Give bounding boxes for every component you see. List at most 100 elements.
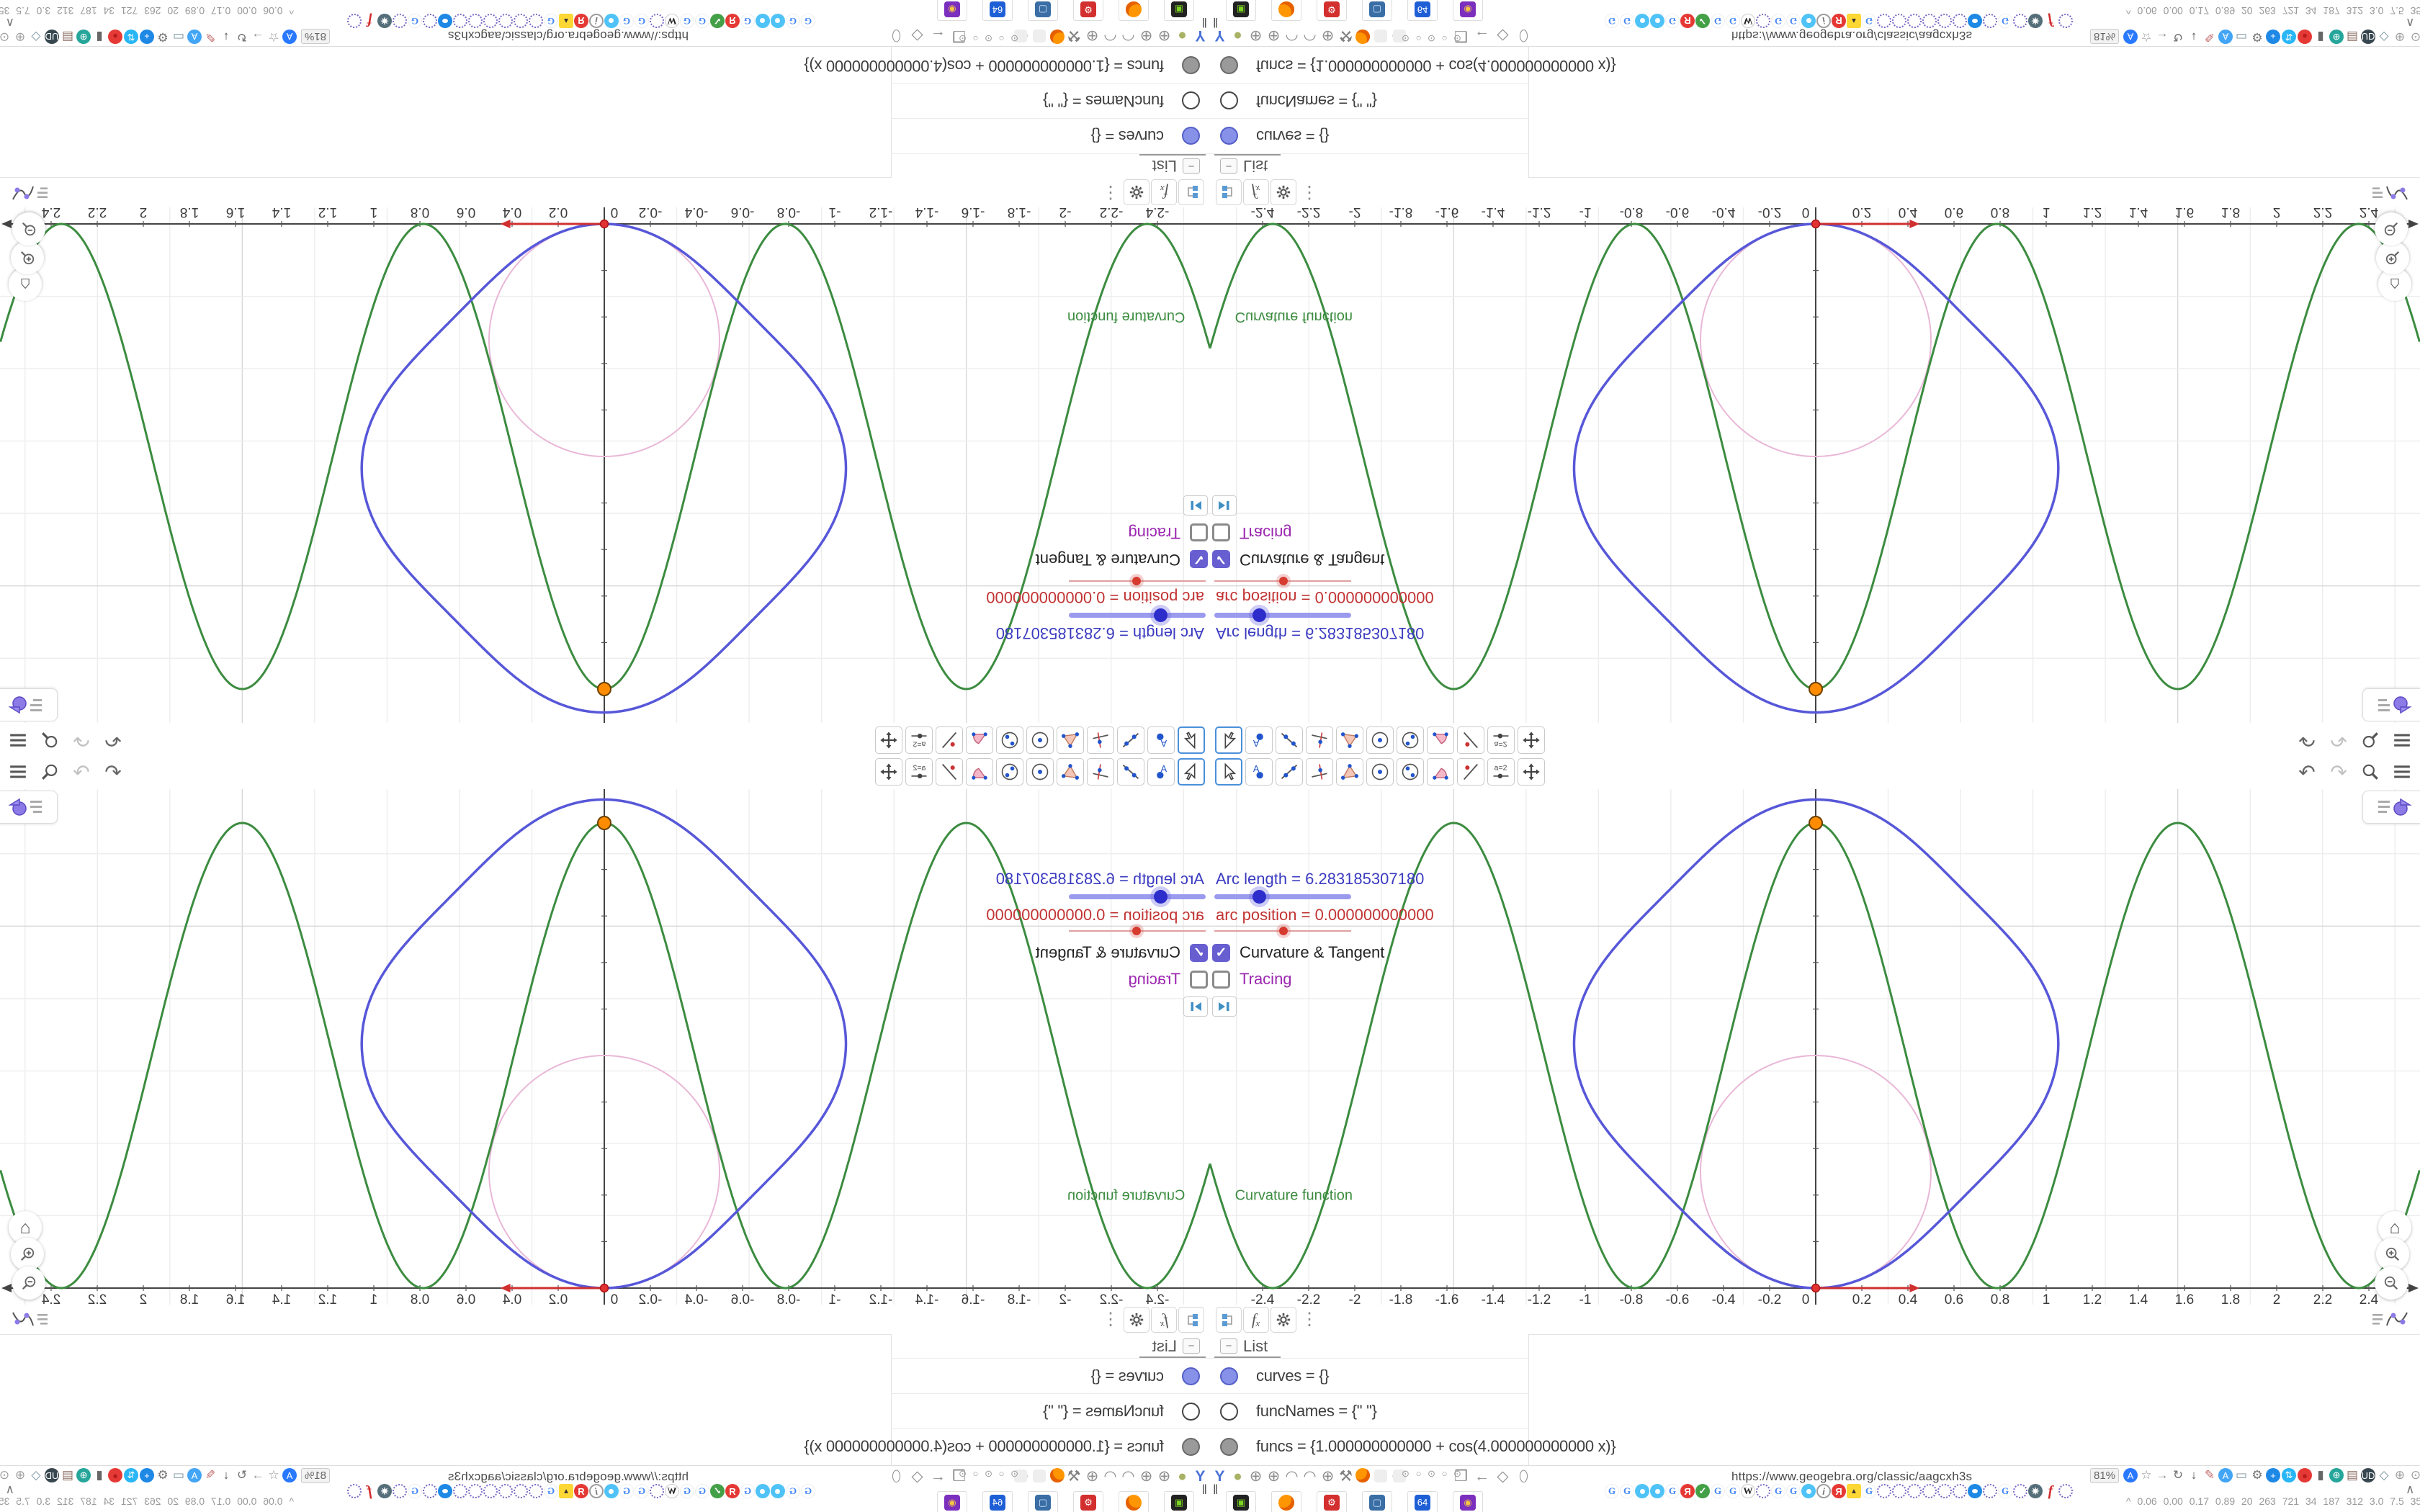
thumb-icon[interactable]: ⊙ bbox=[2408, 1468, 2420, 1482]
panel-overflow-menu[interactable]: ⋮ bbox=[1301, 182, 1318, 203]
tool-angle-button[interactable] bbox=[966, 726, 993, 754]
graphics-view[interactable]: -2.4 -2.2 -2 -1.8 -1.6 -1.4 -1.2 -1 -0.8 -0.6 -0.4… bbox=[1210, 207, 2420, 723]
firefox-icon[interactable] bbox=[1050, 1468, 1065, 1482]
tool-circle-button[interactable] bbox=[1026, 758, 1054, 786]
trash-icon[interactable]: ▮ bbox=[92, 1468, 107, 1482]
graphics-view[interactable]: -2.4 -2.2 -2 -1.8 -1.6 -1.4 -1.2 -1 -0.8 -0.6 -0.4… bbox=[1210, 789, 2420, 1305]
tool-line-button[interactable] bbox=[1276, 726, 1303, 754]
arc-length-slider[interactable] bbox=[1069, 890, 1206, 904]
visibility-toggle[interactable] bbox=[1182, 127, 1200, 145]
visibility-toggle[interactable] bbox=[1182, 56, 1200, 74]
globe-icon[interactable]: ⊕ bbox=[2393, 30, 2407, 44]
menu-button[interactable] bbox=[5, 759, 31, 785]
browser-right-icons[interactable]: A☆→↻↓✎A▭⚙+⇅●▮⊕▤UD◇⊕⊙⚒⚙● bbox=[0, 1468, 297, 1482]
tool-circle-button[interactable] bbox=[1366, 726, 1394, 754]
star-icon[interactable]: ☆ bbox=[266, 30, 281, 44]
skip-animation-button[interactable] bbox=[1183, 996, 1208, 1017]
shield-icon[interactable]: ◇ bbox=[2377, 30, 2391, 44]
capsule-icon[interactable]: ▭ bbox=[171, 30, 186, 44]
ud-shield-icon[interactable]: UD bbox=[2361, 1468, 2375, 1482]
graphics-tab-card[interactable] bbox=[6, 180, 53, 204]
gear-icon[interactable]: ⚙ bbox=[2250, 30, 2264, 44]
redo-button[interactable]: ↷ bbox=[68, 759, 94, 785]
globe-icon[interactable]: ⊕ bbox=[1138, 27, 1155, 44]
plus-icon[interactable]: + bbox=[140, 1468, 154, 1482]
arc-position-slider-thumb[interactable] bbox=[1132, 927, 1142, 935]
panel-overflow-menu[interactable]: ⋮ bbox=[1102, 182, 1119, 203]
pen-icon[interactable]: ✎ bbox=[2202, 1468, 2217, 1482]
sync-icon[interactable]: ⇅ bbox=[124, 30, 138, 44]
translate-icon[interactable]: A bbox=[2123, 1468, 2138, 1482]
thumb-icon[interactable]: ⊙ bbox=[0, 30, 12, 44]
undo-button[interactable]: ↶ bbox=[2294, 759, 2320, 785]
reload-icon[interactable]: ↻ bbox=[2171, 1468, 2185, 1482]
plus-icon[interactable]: + bbox=[2266, 1468, 2280, 1482]
panel-overflow-menu[interactable]: ⋮ bbox=[1301, 1309, 1318, 1330]
clipboard-icon[interactable]: ▤ bbox=[2345, 30, 2360, 44]
download-icon[interactable]: ↓ bbox=[219, 1468, 233, 1482]
browser-right-icons[interactable]: A☆→↻↓✎A▭⚙+⇅●▮⊕▤UD◇⊕⊙⚒⚙● bbox=[0, 30, 297, 44]
zoom-out-button[interactable] bbox=[2375, 1266, 2408, 1300]
browser-right-icons[interactable]: A☆→↻↓✎A▭⚙+⇅●▮⊕▤UD◇⊕⊙⚒⚙● bbox=[2123, 1468, 2420, 1482]
visibility-toggle[interactable] bbox=[1220, 1438, 1238, 1456]
gear-icon[interactable]: ⚙ bbox=[156, 1468, 170, 1482]
globe-icon[interactable]: ⊕ bbox=[1247, 27, 1264, 44]
arc-position-slider[interactable] bbox=[1214, 577, 1351, 585]
algebra-row-funcs[interactable]: funcs = {1.000000000000 + cos(4.00000000… bbox=[1210, 48, 1615, 84]
algebra-row-funcs[interactable]: funcs = {1.000000000000 + cos(4.00000000… bbox=[1210, 1428, 1616, 1464]
sort-by-type-button[interactable] bbox=[1178, 1307, 1204, 1333]
taskbar-owl-icon[interactable]: ◉ bbox=[937, 1491, 967, 1512]
sort-by-type-button[interactable] bbox=[1216, 179, 1242, 205]
tool-point-button[interactable]: A bbox=[1245, 726, 1273, 754]
arc-position-slider[interactable] bbox=[1214, 927, 1351, 935]
visibility-toggle[interactable] bbox=[1220, 127, 1238, 145]
tool-tangent-line-button[interactable] bbox=[1457, 726, 1484, 754]
redo-button[interactable]: ↷ bbox=[2326, 759, 2352, 785]
visibility-toggle[interactable] bbox=[1220, 56, 1238, 74]
tool-move-view-button[interactable] bbox=[1518, 726, 1545, 754]
gear-icon[interactable]: ⚙ bbox=[156, 30, 170, 44]
tool-move-cursor-button[interactable] bbox=[1215, 758, 1242, 786]
capsule-icon[interactable]: ▭ bbox=[171, 1468, 186, 1482]
download-icon[interactable]: ↓ bbox=[2187, 30, 2201, 44]
globe-icon[interactable]: ⊕ bbox=[1084, 27, 1101, 44]
balloon-icon[interactable]: Y bbox=[1211, 27, 1228, 44]
translate-icon[interactable]: A bbox=[2123, 30, 2138, 44]
zoom-level-badge[interactable]: 81% bbox=[300, 1468, 330, 1483]
algebra-row-funcnames[interactable]: funcNames = {" "} bbox=[891, 83, 1210, 119]
clipboard-icon[interactable]: ▤ bbox=[60, 1468, 75, 1482]
visibility-toggle[interactable] bbox=[1182, 1438, 1200, 1456]
download-icon[interactable]: ↓ bbox=[219, 30, 233, 44]
curvature-tangent-checkbox[interactable]: ✓ bbox=[1212, 550, 1230, 569]
sort-by-type-button[interactable] bbox=[1178, 179, 1204, 205]
zoom-level-badge[interactable]: 81% bbox=[2090, 29, 2120, 44]
taskbar-apps[interactable]: ▣ ⚙ ▢ 64 ◉ bbox=[1226, 1491, 1483, 1512]
show-input-button[interactable]: fₓ bbox=[1151, 1307, 1177, 1333]
forward-icon[interactable]: → bbox=[251, 30, 265, 44]
nav-icons[interactable]: ❒ ← ◇ ⬯ bbox=[1453, 27, 1532, 44]
undo-button[interactable]: ↶ bbox=[100, 759, 126, 785]
translate2-icon[interactable]: A bbox=[2218, 1468, 2233, 1482]
zoom-in-button[interactable] bbox=[11, 241, 44, 274]
show-input-button[interactable]: fₓ bbox=[1151, 179, 1177, 205]
taskbar-monitor-icon[interactable]: ▢ bbox=[1362, 1491, 1392, 1512]
shield-icon[interactable]: ◇ bbox=[29, 30, 43, 44]
browser-right-icons[interactable]: A☆→↻↓✎A▭⚙+⇅●▮⊕▤UD◇⊕⊙⚒⚙● bbox=[2123, 30, 2420, 44]
reload-icon[interactable]: ↻ bbox=[2171, 30, 2185, 44]
translate2-icon[interactable]: A bbox=[187, 30, 202, 44]
gauge-icon[interactable]: ◠ bbox=[1120, 27, 1137, 44]
tool-circle-button[interactable] bbox=[1366, 758, 1394, 786]
taskbar-owl-icon[interactable]: ◉ bbox=[1453, 0, 1483, 21]
tool-line-button[interactable] bbox=[1276, 758, 1303, 786]
undo-button[interactable]: ↶ bbox=[2294, 727, 2320, 753]
firefox-icon[interactable] bbox=[1050, 30, 1065, 44]
taskbar-settings-icon[interactable]: ⚙ bbox=[1317, 1491, 1347, 1512]
redo-button[interactable]: ↷ bbox=[68, 727, 94, 753]
nav-icons[interactable]: ❒ ← ◇ ⬯ bbox=[888, 27, 967, 44]
gauge-icon[interactable]: ◠ bbox=[1102, 27, 1119, 44]
taskbar-firefox-icon[interactable] bbox=[1119, 0, 1149, 21]
trash-icon[interactable]: ▮ bbox=[2313, 1468, 2328, 1482]
tool-move-cursor-button[interactable] bbox=[1215, 726, 1242, 754]
globe-icon[interactable]: ⊕ bbox=[1319, 27, 1336, 44]
translate-icon[interactable]: A bbox=[282, 1468, 297, 1482]
